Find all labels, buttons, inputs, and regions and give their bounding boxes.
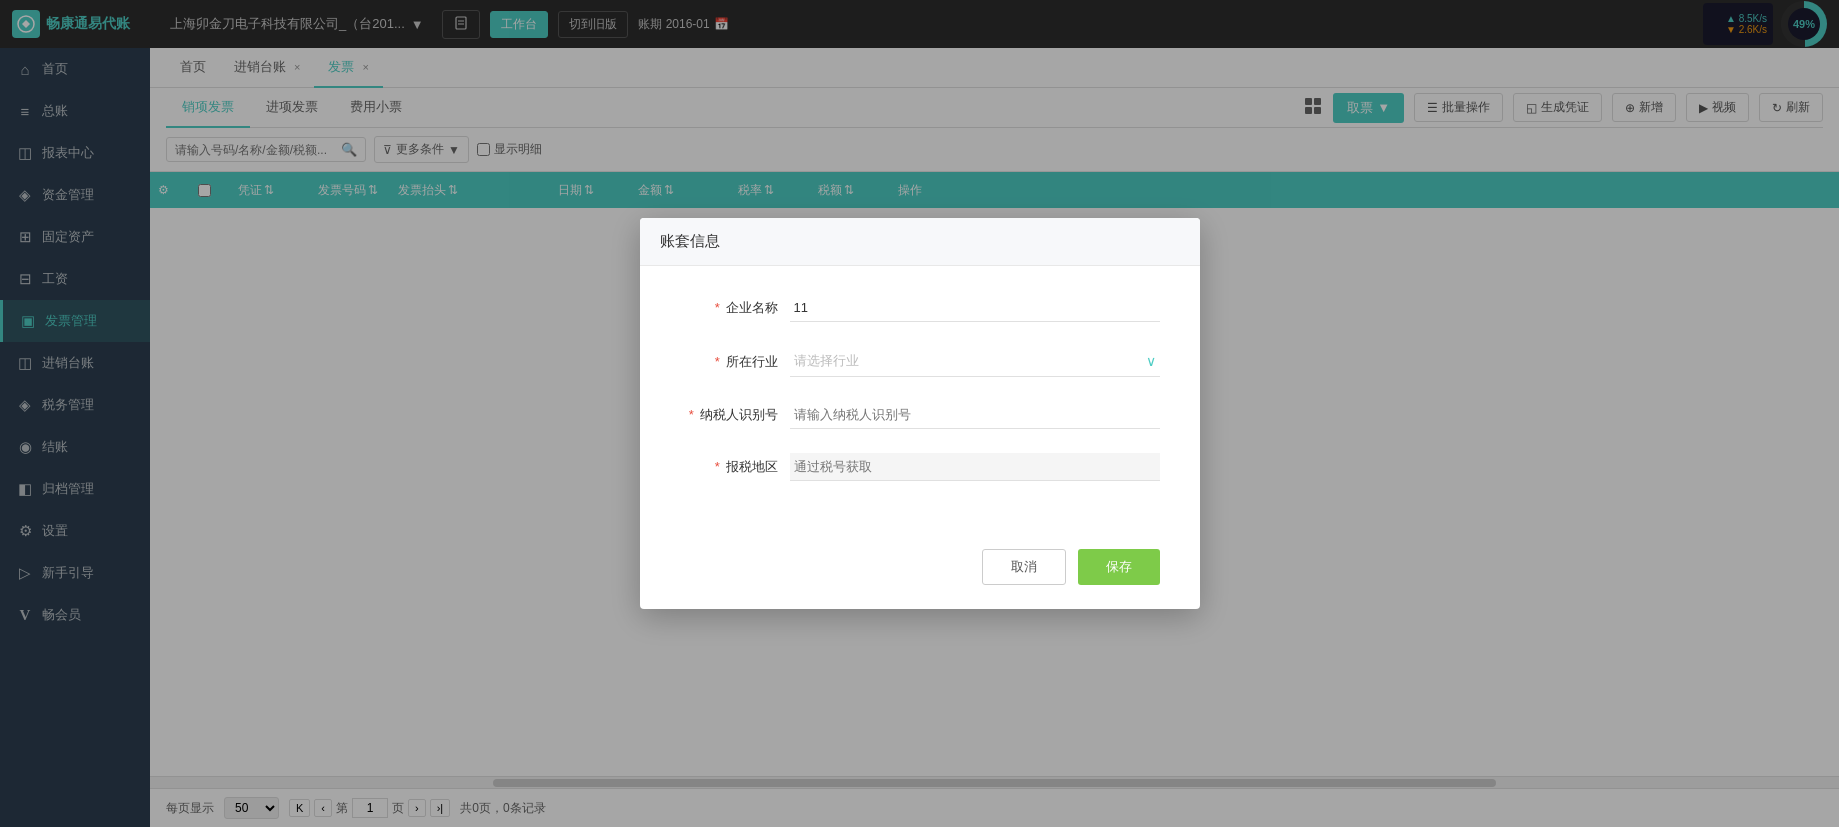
dialog-footer: 取消 保存 xyxy=(640,533,1200,609)
taxid-input[interactable] xyxy=(790,401,1160,429)
form-row-taxregion: * 报税地区 xyxy=(680,453,1160,481)
cancel-button[interactable]: 取消 xyxy=(982,549,1066,585)
required-star-company: * xyxy=(715,300,720,315)
company-name-label: * 企业名称 xyxy=(680,299,790,317)
required-star-industry: * xyxy=(715,354,720,369)
industry-label: * 所在行业 xyxy=(680,353,790,371)
required-star-taxregion: * xyxy=(715,459,720,474)
industry-select[interactable]: 请选择行业 ∨ xyxy=(790,346,1160,377)
form-row-industry: * 所在行业 请选择行业 ∨ xyxy=(680,346,1160,377)
dialog-title: 账套信息 xyxy=(660,232,720,249)
modal-overlay[interactable]: 账套信息 * 企业名称 * 所在行业 请选择行业 ∨ xyxy=(0,0,1839,827)
taxregion-input xyxy=(790,453,1160,481)
form-row-company: * 企业名称 xyxy=(680,294,1160,322)
company-name-input[interactable] xyxy=(790,294,1160,322)
dialog-header: 账套信息 xyxy=(640,218,1200,266)
taxid-label: * 纳税人识别号 xyxy=(680,406,790,424)
industry-chevron-icon: ∨ xyxy=(1146,353,1156,369)
industry-placeholder: 请选择行业 xyxy=(794,352,1146,370)
form-row-taxid: * 纳税人识别号 xyxy=(680,401,1160,429)
taxregion-label: * 报税地区 xyxy=(680,458,790,476)
dialog-body: * 企业名称 * 所在行业 请选择行业 ∨ * xyxy=(640,266,1200,533)
save-button[interactable]: 保存 xyxy=(1078,549,1160,585)
required-star-taxid: * xyxy=(689,407,694,422)
account-info-dialog: 账套信息 * 企业名称 * 所在行业 请选择行业 ∨ xyxy=(640,218,1200,609)
